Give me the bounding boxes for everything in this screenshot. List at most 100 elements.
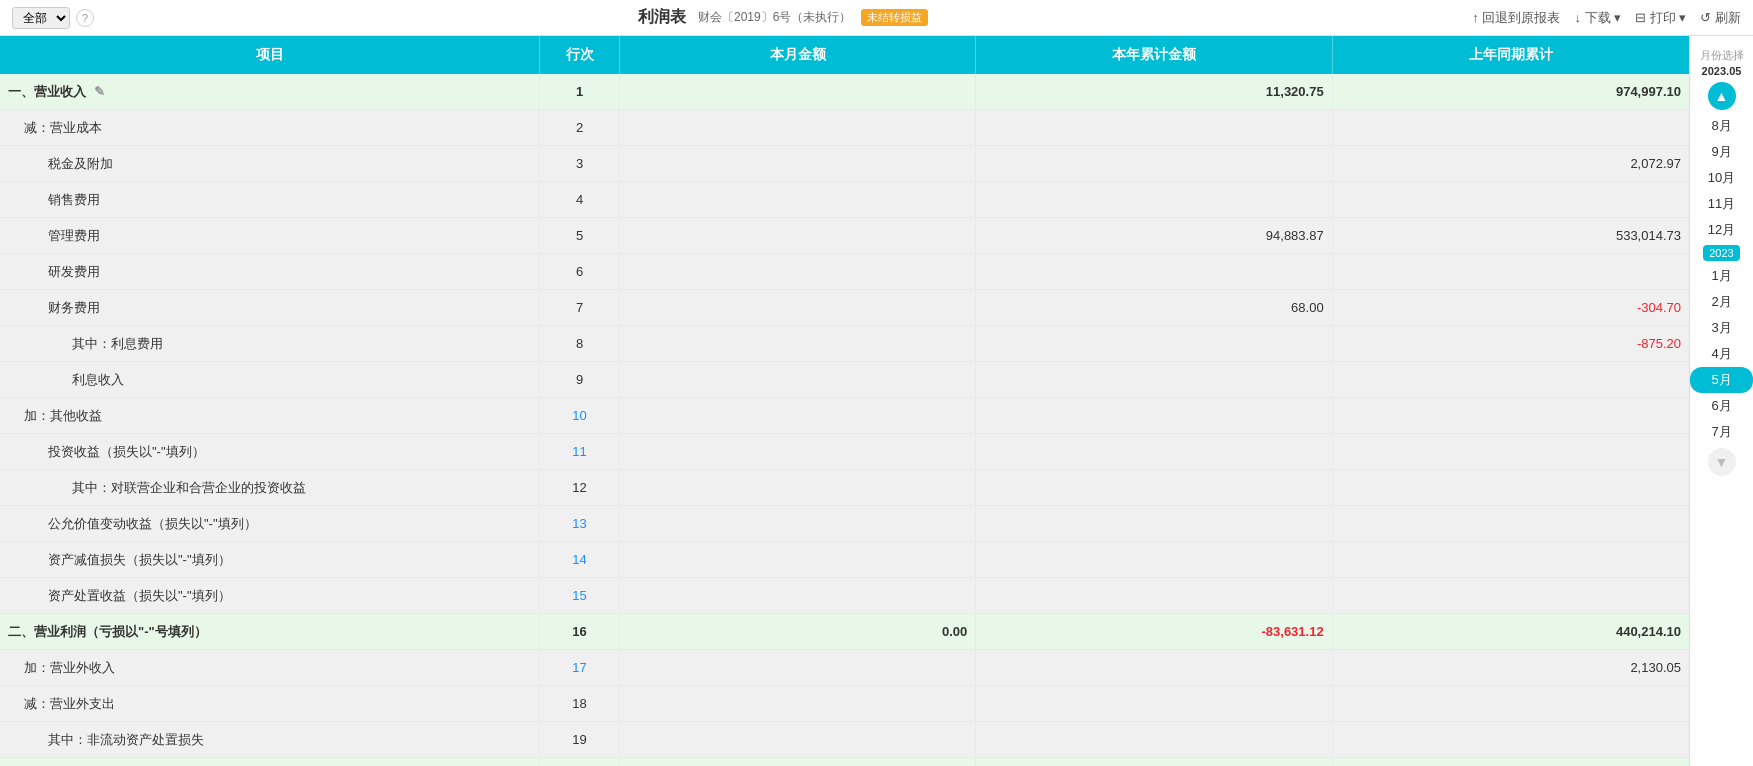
page-title: 利润表 <box>638 7 686 28</box>
table-row: 其中：对联营企业和合营企业的投资收益12 <box>0 470 1689 506</box>
month-1[interactable]: 1月 <box>1690 263 1753 289</box>
row-month-amount: 0.00 <box>620 758 976 766</box>
nav-down-btn[interactable]: ▼ <box>1708 448 1736 476</box>
row-prev-amount: 2,130.05 <box>1333 650 1689 685</box>
row-item-name: 公允价值变动收益（损失以"-"填列） <box>0 506 540 541</box>
row-number: 12 <box>540 470 620 505</box>
row-ytd-amount <box>976 110 1332 145</box>
month-sidebar: 月份选择 2023.05 ▲ 8月 9月 10月 11月 12月 2023 1月… <box>1689 36 1753 766</box>
report-subtitle: 财会〔2019〕6号（未执行） <box>698 9 851 26</box>
row-prev-amount <box>1333 470 1689 505</box>
table-header: 项目 行次 本月金额 本年累计金额 上年同期累计 <box>0 36 1689 74</box>
row-ytd-amount: 94,883.87 <box>976 218 1332 253</box>
row-prev-amount <box>1333 254 1689 289</box>
table-row: 研发费用6 <box>0 254 1689 290</box>
row-prev-amount <box>1333 542 1689 577</box>
row-number: 11 <box>540 434 620 469</box>
refresh-btn[interactable]: ↺ 刷新 <box>1700 9 1741 27</box>
row-ytd-amount <box>976 398 1332 433</box>
top-bar: 全部 ? 利润表 财会〔2019〕6号（未执行） 未结转损益 ↑ 回退到原报表 … <box>0 0 1753 36</box>
row-item-name: 二、营业利润（亏损以"-"号填列） <box>0 614 540 649</box>
col-header-item: 项目 <box>0 36 540 74</box>
row-item-name: 减：营业成本 <box>0 110 540 145</box>
row-ytd-amount: -83,631.12 <box>976 614 1332 649</box>
year-badge: 2023 <box>1703 245 1739 261</box>
table-area: 项目 行次 本月金额 本年累计金额 上年同期累计 一、营业收入✎111,320.… <box>0 36 1689 766</box>
row-item-name: 资产减值损失（损失以"-"填列） <box>0 542 540 577</box>
table-row: 利息收入9 <box>0 362 1689 398</box>
month-7[interactable]: 7月 <box>1690 419 1753 445</box>
row-prev-amount: 2,072.97 <box>1333 146 1689 181</box>
row-number: 3 <box>540 146 620 181</box>
row-month-amount <box>620 254 976 289</box>
row-prev-amount <box>1333 110 1689 145</box>
month-5-active[interactable]: 5月 <box>1690 367 1753 393</box>
scope-dropdown[interactable]: 全部 <box>12 7 70 29</box>
row-ytd-amount <box>976 578 1332 613</box>
row-month-amount <box>620 110 976 145</box>
row-prev-amount: -304.70 <box>1333 290 1689 325</box>
main-layout: 项目 行次 本月金额 本年累计金额 上年同期累计 一、营业收入✎111,320.… <box>0 36 1753 766</box>
row-item-name: 其中：非流动资产处置损失 <box>0 722 540 757</box>
col-header-prev: 上年同期累计 <box>1333 36 1689 74</box>
row-item-name: 研发费用 <box>0 254 540 289</box>
row-month-amount <box>620 362 976 397</box>
month-11[interactable]: 11月 <box>1690 191 1753 217</box>
row-ytd-amount <box>976 182 1332 217</box>
table-row: 其中：利息费用8-875.20 <box>0 326 1689 362</box>
row-item-name: 其中：利息费用 <box>0 326 540 361</box>
print-btn[interactable]: ⊟ 打印 ▾ <box>1635 9 1686 27</box>
row-month-amount: 0.00 <box>620 614 976 649</box>
row-ytd-amount <box>976 254 1332 289</box>
row-month-amount <box>620 542 976 577</box>
row-ytd-amount <box>976 362 1332 397</box>
row-prev-amount <box>1333 506 1689 541</box>
sidebar-year-display: 2023.05 <box>1702 65 1742 77</box>
download-btn[interactable]: ↓ 下载 ▾ <box>1574 9 1621 27</box>
row-number: 20 <box>540 758 620 766</box>
month-2[interactable]: 2月 <box>1690 289 1753 315</box>
table-row: 其中：非流动资产处置损失19 <box>0 722 1689 758</box>
month-12[interactable]: 12月 <box>1690 217 1753 243</box>
row-ytd-amount <box>976 650 1332 685</box>
back-to-original-btn[interactable]: ↑ 回退到原报表 <box>1472 9 1560 27</box>
month-3[interactable]: 3月 <box>1690 315 1753 341</box>
month-8[interactable]: 8月 <box>1690 113 1753 139</box>
row-ytd-amount <box>976 326 1332 361</box>
month-9[interactable]: 9月 <box>1690 139 1753 165</box>
row-item-name: 管理费用 <box>0 218 540 253</box>
row-ytd-amount <box>976 542 1332 577</box>
table-row: 加：营业外收入172,130.05 <box>0 650 1689 686</box>
row-prev-amount <box>1333 434 1689 469</box>
row-item-name: 资产处置收益（损失以"-"填列） <box>0 578 540 613</box>
row-number: 2 <box>540 110 620 145</box>
table-row: 财务费用768.00-304.70 <box>0 290 1689 326</box>
row-month-amount <box>620 290 976 325</box>
sidebar-title: 月份选择 <box>1690 44 1753 65</box>
table-row: 一、营业收入✎111,320.75974,997.10 <box>0 74 1689 110</box>
row-ytd-amount: 11,320.75 <box>976 74 1332 109</box>
row-prev-amount <box>1333 686 1689 721</box>
row-month-amount <box>620 326 976 361</box>
month-4[interactable]: 4月 <box>1690 341 1753 367</box>
table-row: 投资收益（损失以"-"填列）11 <box>0 434 1689 470</box>
row-month-amount <box>620 650 976 685</box>
edit-icon[interactable]: ✎ <box>94 84 110 100</box>
table-row: 公允价值变动收益（损失以"-"填列）13 <box>0 506 1689 542</box>
row-item-name: 销售费用 <box>0 182 540 217</box>
month-10[interactable]: 10月 <box>1690 165 1753 191</box>
row-item-name: 加：其他收益 <box>0 398 540 433</box>
row-item-name: 投资收益（损失以"-"填列） <box>0 434 540 469</box>
row-number: 19 <box>540 722 620 757</box>
row-number: 17 <box>540 650 620 685</box>
row-month-amount <box>620 146 976 181</box>
row-month-amount <box>620 74 976 109</box>
row-month-amount <box>620 470 976 505</box>
table-body: 一、营业收入✎111,320.75974,997.10减：营业成本2税金及附加3… <box>0 74 1689 766</box>
month-6[interactable]: 6月 <box>1690 393 1753 419</box>
nav-up-btn[interactable]: ▲ <box>1708 82 1736 110</box>
row-number: 6 <box>540 254 620 289</box>
row-ytd-amount <box>976 434 1332 469</box>
row-prev-amount: 442,344.15 <box>1333 758 1689 766</box>
help-icon[interactable]: ? <box>76 9 94 27</box>
